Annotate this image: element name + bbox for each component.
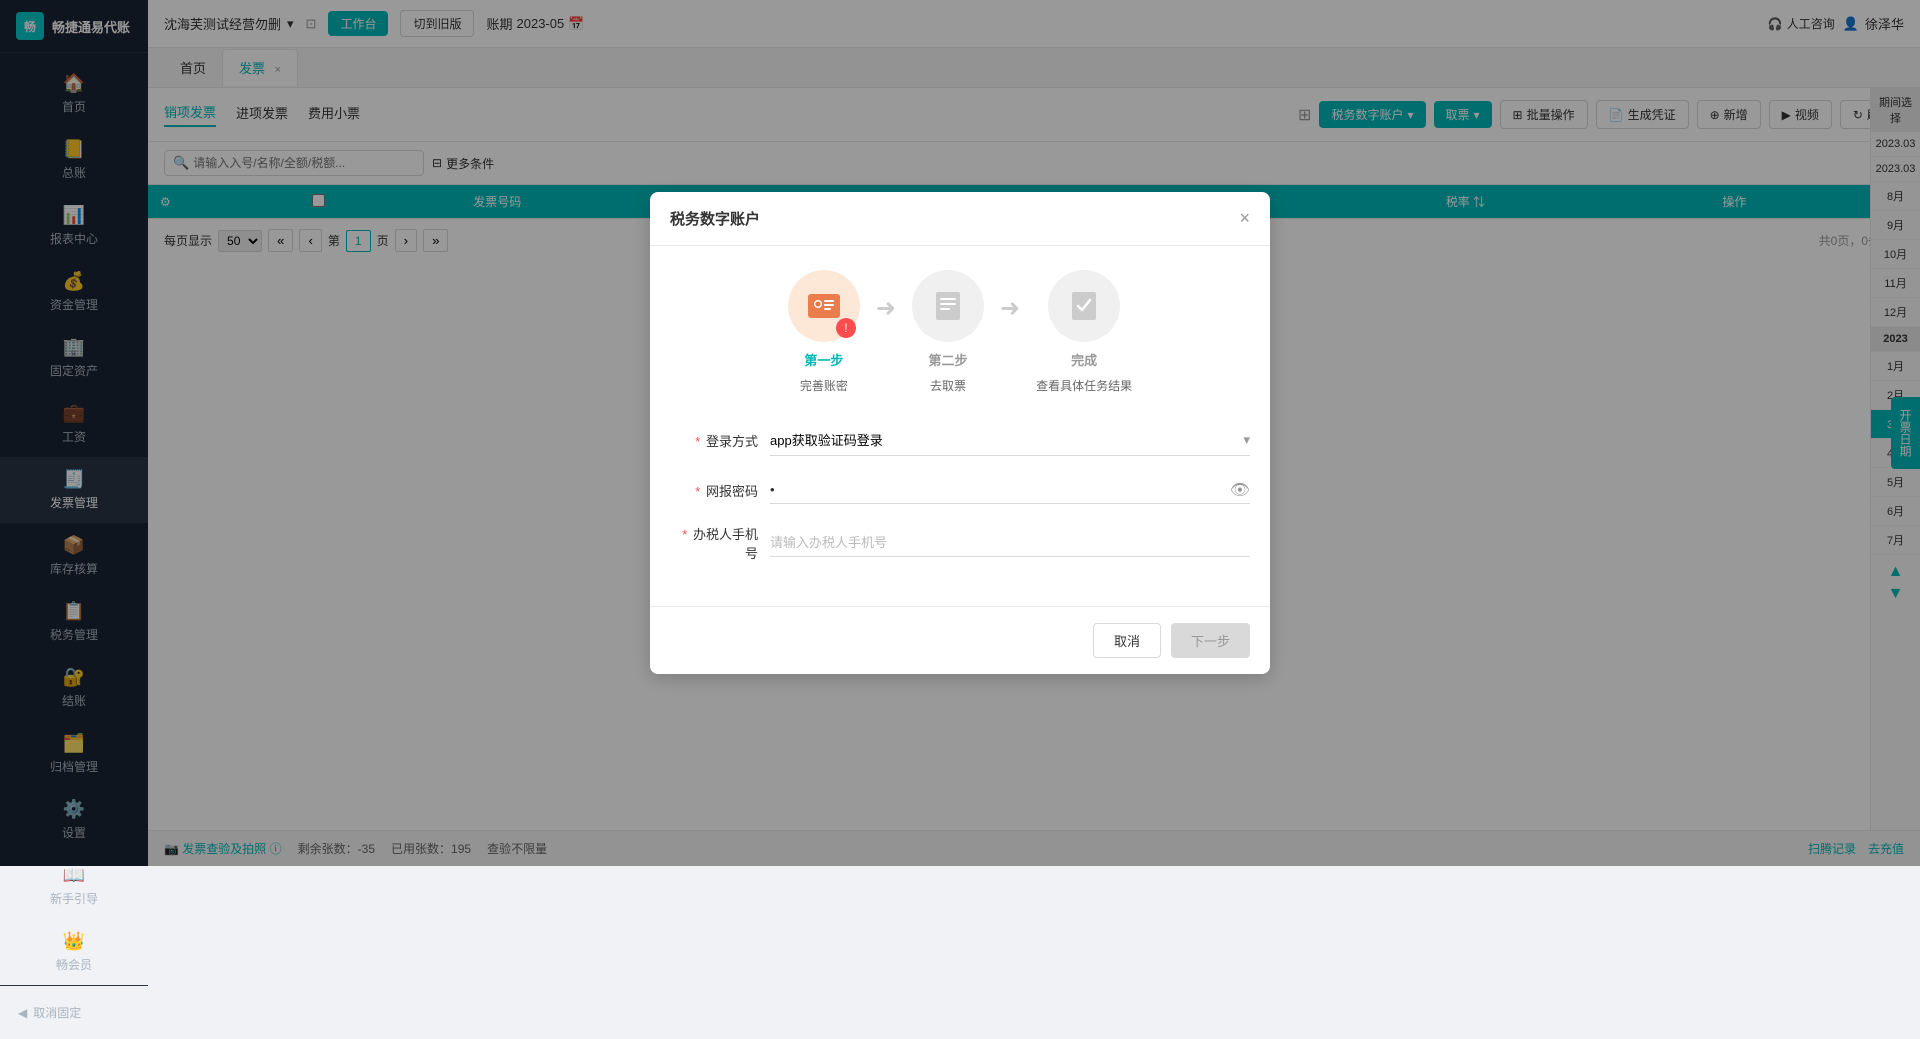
sidebar-item-label: 新手引导 (50, 890, 98, 907)
step1-desc: 完善账密 (800, 377, 848, 394)
required-mark: * (695, 484, 700, 499)
phone-control (770, 529, 1250, 557)
modal-close-button[interactable]: × (1239, 208, 1250, 229)
cancel-pin-button[interactable]: ◀ 取消固定 (12, 998, 136, 1027)
step2-svg-icon (928, 286, 968, 326)
tax-digital-modal: 税务数字账户 × (650, 192, 1270, 674)
password-input-wrapper: 👁 (770, 476, 1250, 504)
step3-svg-icon (1064, 286, 1104, 326)
form-row-login-method: * 登录方式 app获取验证码登录 ▾ (670, 424, 1250, 456)
cancel-pin-label: 取消固定 (33, 1004, 81, 1021)
required-mark: * (695, 434, 700, 449)
phone-input[interactable] (770, 529, 1250, 557)
sidebar-item-member[interactable]: 👑 畅会员 (0, 919, 148, 985)
step2-label: 第二步 (928, 350, 967, 369)
sidebar-footer: ◀ 取消固定 (0, 985, 148, 1039)
form-row-phone: * 办税人手机号 (670, 524, 1250, 562)
form-row-password: * 网报密码 👁 (670, 476, 1250, 504)
sidebar-item-label: 畅会员 (56, 956, 92, 973)
cancel-button[interactable]: 取消 (1093, 623, 1161, 658)
step2-icon-wrap (912, 270, 984, 342)
step3-icon-wrap (1048, 270, 1120, 342)
steps-indicator: ! 第一步 完善账密 ➜ (670, 270, 1250, 394)
step-arrow-1: ➜ (860, 294, 912, 323)
step3-label: 完成 (1071, 350, 1097, 369)
next-button[interactable]: 下一步 (1171, 623, 1250, 658)
password-input[interactable] (770, 476, 1250, 504)
chevron-down-icon: ▾ (1243, 432, 1250, 448)
modal-overlay: 税务数字账户 × (0, 0, 1920, 866)
toggle-password-icon[interactable]: 👁 (1230, 480, 1250, 500)
password-control: 👁 (770, 476, 1250, 504)
login-method-value: app获取验证码登录 (770, 430, 883, 449)
password-label: * 网报密码 (670, 481, 770, 500)
step3-desc: 查看具体任务结果 (1036, 377, 1132, 394)
modal-footer: 取消 下一步 (650, 606, 1270, 674)
pin-icon: ◀ (18, 1006, 27, 1020)
step2-desc: 去取票 (930, 377, 966, 394)
modal-body: ! 第一步 完善账密 ➜ (650, 246, 1270, 606)
login-method-label: * 登录方式 (670, 431, 770, 450)
phone-label: * 办税人手机号 (670, 524, 770, 562)
login-method-control: app获取验证码登录 ▾ (770, 424, 1250, 456)
member-icon: 👑 (63, 931, 85, 952)
step1-label: 第一步 (804, 350, 843, 369)
step-2: 第二步 去取票 (912, 270, 984, 394)
modal-header: 税务数字账户 × (650, 192, 1270, 246)
login-method-select[interactable]: app获取验证码登录 ▾ (770, 424, 1250, 456)
required-mark: * (682, 527, 687, 542)
step1-badge: ! (836, 318, 856, 338)
guide-icon: 📖 (63, 865, 85, 886)
modal-title: 税务数字账户 (670, 208, 760, 229)
step-1: ! 第一步 完善账密 (788, 270, 860, 394)
step-3: 完成 查看具体任务结果 (1036, 270, 1132, 394)
step-arrow-2: ➜ (984, 294, 1036, 323)
step1-icon-wrap: ! (788, 270, 860, 342)
